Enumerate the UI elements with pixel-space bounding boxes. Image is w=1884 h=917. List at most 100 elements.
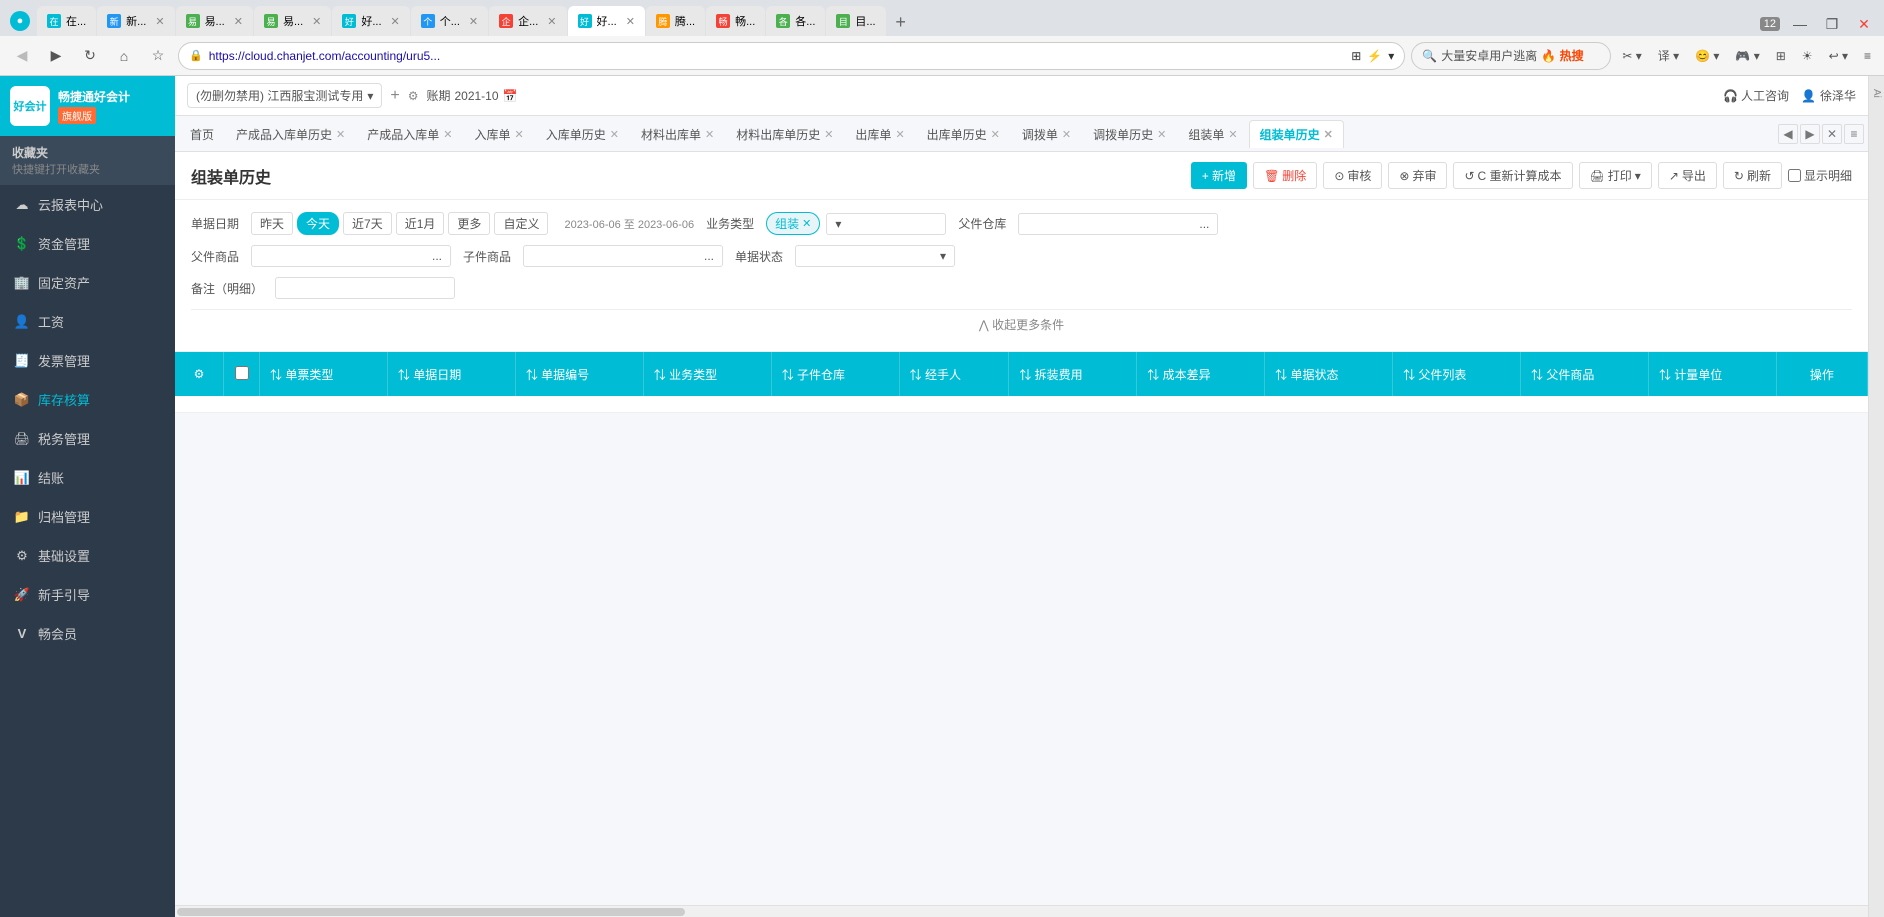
browser-tab-4[interactable]: 易 易... ✕ [254,6,331,36]
calendar-icon[interactable]: 📅 [503,89,518,103]
sidebar-item-settings[interactable]: ⚙ 基础设置 [0,536,175,575]
tab-close-6[interactable]: ✕ [469,15,478,28]
browser-tab-11[interactable]: 各 各... [766,6,825,36]
sidebar-item-member[interactable]: V 畅会员 [0,614,175,653]
back-button[interactable]: ◀ [8,42,36,70]
col-biz-type[interactable]: ⇅ 业务类型 [643,352,771,396]
browser-tab-5[interactable]: 好 好... ✕ [332,6,409,36]
tab-x-inbound[interactable]: ✕ [515,128,524,141]
date-btn-more[interactable]: 更多 [448,212,490,235]
new-tab-button[interactable]: + [887,8,915,36]
minimize-button[interactable]: — [1788,12,1812,36]
print-btn[interactable]: 🖨 打印 ▾ [1579,162,1652,189]
sidebar-item-inventory[interactable]: 📦 库存核算 [0,380,175,419]
nav-tab-transfer-history[interactable]: 调拨单历史 ✕ [1082,120,1177,148]
col-child-warehouse[interactable]: ⇅ 子件仓库 [771,352,899,396]
nav-tab-material-out-history[interactable]: 材料出库单历史 ✕ [725,120,844,148]
browser-tab-12[interactable]: 目 目... [826,6,885,36]
sun-btn[interactable]: ☀ [1797,46,1818,66]
child-goods-select[interactable]: ... [523,245,723,267]
recalculate-btn[interactable]: ↺ C 重新计算成本 [1453,162,1572,189]
tabs-scroll-right[interactable]: ▶ [1800,124,1820,144]
parent-warehouse-select[interactable]: ... [1018,213,1218,235]
biz-type-tag-remove[interactable]: ✕ [802,217,811,230]
refresh-button[interactable]: ↻ [76,42,104,70]
settings-gear-icon[interactable]: ⚙ [408,89,419,103]
export-btn[interactable]: ↗ 导出 [1658,162,1717,189]
col-handler[interactable]: ⇅ 经手人 [899,352,1009,396]
date-btn-today[interactable]: 今天 [297,212,339,235]
child-goods-more[interactable]: ... [704,249,714,263]
nav-tab-assembly-history[interactable]: 组装单历史 ✕ [1249,120,1344,148]
collapse-bar[interactable]: ⋀ 收起更多条件 [191,309,1852,339]
audit-btn[interactable]: ⊙ 审核 [1323,162,1382,189]
nav-tab-finished-history[interactable]: 产成品入库单历史 ✕ [225,120,356,148]
date-btn-1month[interactable]: 近1月 [396,212,445,235]
tab-x-transfer[interactable]: ✕ [1062,128,1071,141]
tabs-close-active[interactable]: ✕ [1822,124,1842,144]
browser-tab-10[interactable]: 畅 畅... [706,6,765,36]
tab-close-3[interactable]: ✕ [234,15,243,28]
tab-x-finished[interactable]: ✕ [443,128,452,141]
nav-tab-finished[interactable]: 产成品入库单 ✕ [356,120,463,148]
forward-button[interactable]: ▶ [42,42,70,70]
col-disassembly-fee[interactable]: ⇅ 拆装费用 [1009,352,1137,396]
browser-tab-8[interactable]: 好 好... ✕ [568,6,645,36]
undo-btn[interactable]: ↩ ▾ [1824,46,1853,66]
col-parent-list[interactable]: ⇅ 父件列表 [1393,352,1521,396]
date-btn-yesterday[interactable]: 昨天 [251,212,293,235]
col-bill-no[interactable]: ⇅ 单据编号 [515,352,643,396]
more-dots[interactable]: ... [1199,217,1209,231]
user-info[interactable]: 👤 徐泽华 [1801,87,1856,104]
display-detail-label[interactable]: 显示明细 [1788,167,1852,184]
sidebar-item-archive[interactable]: 📁 归档管理 [0,497,175,536]
sidebar-item-closing[interactable]: 📊 结账 [0,458,175,497]
tabs-scroll-left[interactable]: ◀ [1778,124,1798,144]
restore-button[interactable]: ❐ [1820,12,1844,36]
scroll-thumb[interactable] [177,908,685,916]
refresh-btn[interactable]: ↻ 刷新 [1723,162,1782,189]
date-btn-7days[interactable]: 近7天 [343,212,392,235]
nav-tab-home[interactable]: 首页 [179,120,225,148]
tab-x-inbound-history[interactable]: ✕ [610,128,619,141]
tab-close-7[interactable]: ✕ [547,15,556,28]
browser-tab-6[interactable]: 个 个... ✕ [411,6,488,36]
right-panel-toggle[interactable]: Ai [1870,86,1884,100]
cut-btn[interactable]: ✂ ▾ [1617,46,1646,66]
tab-close-2[interactable]: ✕ [155,15,164,28]
tab-x-finished-history[interactable]: ✕ [336,128,345,141]
note-input[interactable] [275,277,455,299]
home-button[interactable]: ⌂ [110,42,138,70]
add-company-btn[interactable]: + [390,87,399,105]
url-dropdown-icon[interactable]: ▾ [1388,49,1394,63]
sidebar-item-payroll[interactable]: 👤 工资 [0,302,175,341]
tab-x-assembly[interactable]: ✕ [1228,128,1237,141]
browser-tab-2[interactable]: 新 新... ✕ [97,6,174,36]
nav-tab-outbound[interactable]: 出库单 ✕ [844,120,915,148]
tab-x-assembly-history[interactable]: ✕ [1324,128,1333,141]
date-btn-custom[interactable]: 自定义 [494,212,548,235]
nav-tab-outbound-history[interactable]: 出库单历史 ✕ [916,120,1011,148]
col-parent-goods[interactable]: ⇅ 父件商品 [1521,352,1649,396]
sidebar-item-funds[interactable]: 💲 资金管理 [0,224,175,263]
favorites-section[interactable]: 收藏夹 快捷键打开收藏夹 [0,136,175,185]
sidebar-item-guide[interactable]: 🚀 新手引导 [0,575,175,614]
sidebar-item-tax[interactable]: 🖨 税务管理 [0,419,175,458]
new-btn[interactable]: + 新增 [1191,162,1247,189]
tab-x-material-out-history[interactable]: ✕ [824,128,833,141]
parent-goods-more[interactable]: ... [432,249,442,263]
sidebar-item-assets[interactable]: 🏢 固定资产 [0,263,175,302]
company-selector[interactable]: (勿删勿禁用) 江西服宝测试专用 ▾ [187,83,382,108]
tab-close-5[interactable]: ✕ [391,15,400,28]
sidebar-item-invoice[interactable]: 🧾 发票管理 [0,341,175,380]
nav-tab-transfer[interactable]: 调拨单 ✕ [1011,120,1082,148]
nav-tab-inbound-history[interactable]: 入库单历史 ✕ [535,120,630,148]
col-bill-status[interactable]: ⇅ 单据状态 [1265,352,1393,396]
tab-x-outbound-history[interactable]: ✕ [991,128,1000,141]
game-btn[interactable]: 🎮 ▾ [1730,46,1764,66]
table-settings-btn[interactable]: ⚙ [185,360,213,388]
print-dropdown[interactable]: ▾ [1635,169,1641,183]
nav-tab-material-out[interactable]: 材料出库单 ✕ [630,120,725,148]
display-detail-checkbox[interactable] [1788,169,1801,182]
search-bar[interactable]: 🔍 大量安卓用户逃离 🔥 热搜 [1411,42,1611,70]
